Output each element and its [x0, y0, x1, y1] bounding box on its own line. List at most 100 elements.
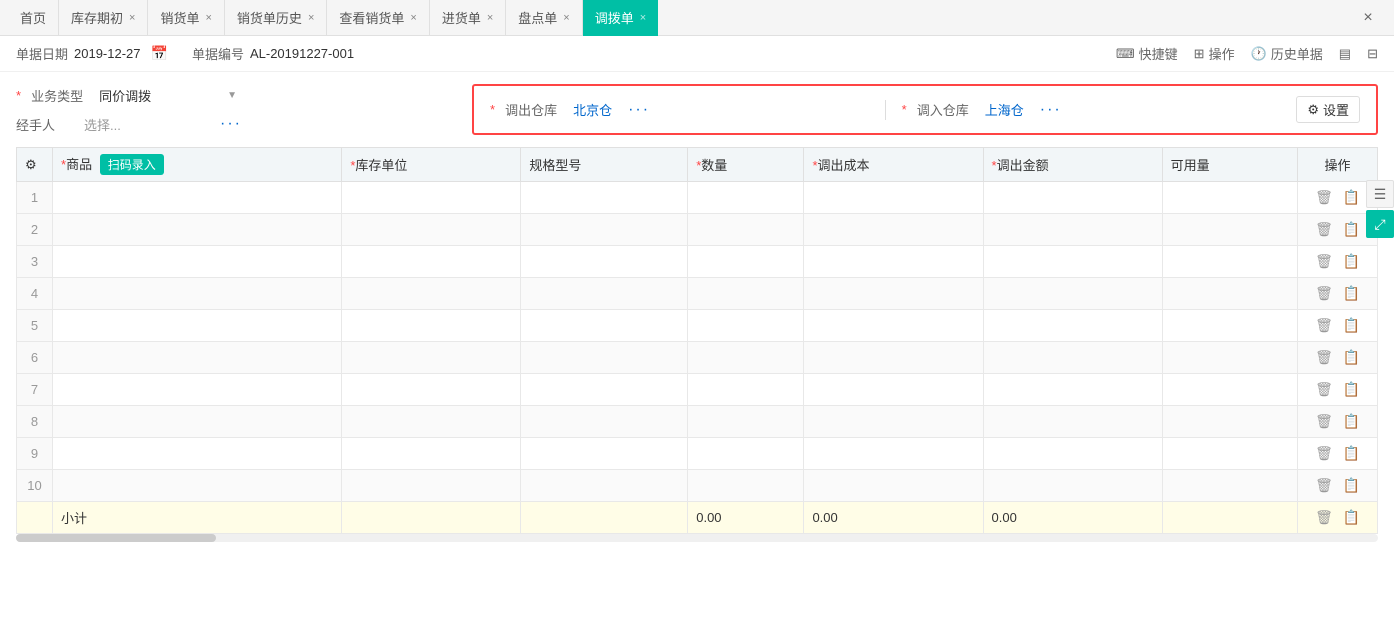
- sidebar-list-icon[interactable]: ☰: [1366, 180, 1394, 208]
- row-4-available[interactable]: [1162, 278, 1297, 310]
- row-6-delete-icon[interactable]: 🗑: [1315, 349, 1333, 365]
- row-5-amount[interactable]: [983, 310, 1162, 342]
- handler-placeholder[interactable]: 选择...: [84, 115, 204, 134]
- row-5-cost[interactable]: [804, 310, 983, 342]
- tab-home[interactable]: 首页: [8, 0, 59, 36]
- layout2-button[interactable]: ⊟: [1367, 46, 1378, 62]
- business-type-dropdown[interactable]: ▼: [227, 90, 237, 101]
- row-8-unit[interactable]: [342, 406, 521, 438]
- row-4-amount[interactable]: [983, 278, 1162, 310]
- row-10-copy-icon[interactable]: 📋: [1342, 477, 1359, 493]
- row-10-product[interactable]: [53, 470, 342, 502]
- tab-sales-order[interactable]: 销货单 ×: [148, 0, 224, 36]
- tab-close-purchase[interactable]: ×: [487, 12, 493, 24]
- row-3-amount[interactable]: [983, 246, 1162, 278]
- row-9-cost[interactable]: [804, 438, 983, 470]
- row-7-unit[interactable]: [342, 374, 521, 406]
- window-close-button[interactable]: ×: [1350, 0, 1386, 36]
- row-6-cost[interactable]: [804, 342, 983, 374]
- row-2-delete-icon[interactable]: 🗑: [1315, 221, 1333, 237]
- row-8-amount[interactable]: [983, 406, 1162, 438]
- row-1-amount[interactable]: [983, 182, 1162, 214]
- scan-button[interactable]: 扫码录入: [100, 154, 164, 175]
- row-8-qty[interactable]: [688, 406, 804, 438]
- row-8-cost[interactable]: [804, 406, 983, 438]
- row-8-delete-icon[interactable]: 🗑: [1315, 413, 1333, 429]
- out-warehouse-value[interactable]: 北京仓: [573, 100, 612, 119]
- row-2-product[interactable]: [53, 214, 342, 246]
- row-5-product[interactable]: [53, 310, 342, 342]
- row-6-copy-icon[interactable]: 📋: [1342, 349, 1359, 365]
- settings-button[interactable]: ⚙ 设置: [1296, 96, 1360, 123]
- sidebar-expand-icon[interactable]: ⤢: [1366, 210, 1394, 238]
- row-3-product[interactable]: [53, 246, 342, 278]
- row-10-qty[interactable]: [688, 470, 804, 502]
- row-8-available[interactable]: [1162, 406, 1297, 438]
- row-3-qty[interactable]: [688, 246, 804, 278]
- in-warehouse-more-btn[interactable]: ···: [1040, 101, 1062, 119]
- row-2-spec[interactable]: [521, 214, 688, 246]
- row-4-qty[interactable]: [688, 278, 804, 310]
- row-1-qty[interactable]: [688, 182, 804, 214]
- subtotal-copy-icon[interactable]: 📋: [1342, 509, 1359, 525]
- row-1-spec[interactable]: [521, 182, 688, 214]
- history-button[interactable]: 🕐 历史单据: [1251, 44, 1323, 63]
- row-9-product[interactable]: [53, 438, 342, 470]
- tab-inventory-init[interactable]: 库存期初 ×: [59, 0, 148, 36]
- row-7-amount[interactable]: [983, 374, 1162, 406]
- row-10-amount[interactable]: [983, 470, 1162, 502]
- row-10-unit[interactable]: [342, 470, 521, 502]
- row-4-unit[interactable]: [342, 278, 521, 310]
- tab-sales-history[interactable]: 销货单历史 ×: [225, 0, 327, 36]
- row-4-delete-icon[interactable]: 🗑: [1315, 285, 1333, 301]
- row-2-cost[interactable]: [804, 214, 983, 246]
- tab-close-view-sales[interactable]: ×: [410, 12, 416, 24]
- tab-close-stocktake[interactable]: ×: [563, 12, 569, 24]
- row-7-copy-icon[interactable]: 📋: [1342, 381, 1359, 397]
- row-5-delete-icon[interactable]: 🗑: [1315, 317, 1333, 333]
- row-9-unit[interactable]: [342, 438, 521, 470]
- row-6-qty[interactable]: [688, 342, 804, 374]
- row-2-copy-icon[interactable]: 📋: [1342, 221, 1359, 237]
- row-1-available[interactable]: [1162, 182, 1297, 214]
- row-8-spec[interactable]: [521, 406, 688, 438]
- tab-close-transfer[interactable]: ×: [640, 12, 646, 24]
- row-6-unit[interactable]: [342, 342, 521, 374]
- row-9-qty[interactable]: [688, 438, 804, 470]
- row-9-delete-icon[interactable]: 🗑: [1315, 445, 1333, 461]
- row-10-available[interactable]: [1162, 470, 1297, 502]
- row-8-copy-icon[interactable]: 📋: [1342, 413, 1359, 429]
- tab-purchase[interactable]: 进货单 ×: [430, 0, 506, 36]
- row-5-qty[interactable]: [688, 310, 804, 342]
- row-5-unit[interactable]: [342, 310, 521, 342]
- handler-more-btn[interactable]: ···: [220, 115, 242, 133]
- row-9-copy-icon[interactable]: 📋: [1342, 445, 1359, 461]
- row-7-qty[interactable]: [688, 374, 804, 406]
- row-3-available[interactable]: [1162, 246, 1297, 278]
- date-value[interactable]: 2019-12-27: [74, 46, 141, 61]
- row-6-available[interactable]: [1162, 342, 1297, 374]
- row-2-available[interactable]: [1162, 214, 1297, 246]
- row-7-product[interactable]: [53, 374, 342, 406]
- row-2-qty[interactable]: [688, 214, 804, 246]
- horizontal-scrollbar[interactable]: [16, 534, 1378, 542]
- calendar-icon[interactable]: 📅: [151, 45, 168, 62]
- row-3-delete-icon[interactable]: 🗑: [1315, 253, 1333, 269]
- tab-transfer[interactable]: 调拨单 ×: [583, 0, 658, 36]
- row-7-delete-icon[interactable]: 🗑: [1315, 381, 1333, 397]
- subtotal-delete-icon[interactable]: 🗑: [1315, 509, 1333, 525]
- shortcuts-button[interactable]: ⌨ 快捷键: [1116, 44, 1178, 63]
- actions-button[interactable]: ⊞ 操作: [1194, 44, 1235, 63]
- row-9-spec[interactable]: [521, 438, 688, 470]
- row-1-unit[interactable]: [342, 182, 521, 214]
- row-7-cost[interactable]: [804, 374, 983, 406]
- row-9-amount[interactable]: [983, 438, 1162, 470]
- row-7-spec[interactable]: [521, 374, 688, 406]
- row-3-spec[interactable]: [521, 246, 688, 278]
- row-4-product[interactable]: [53, 278, 342, 310]
- out-warehouse-more-btn[interactable]: ···: [628, 101, 650, 119]
- row-3-unit[interactable]: [342, 246, 521, 278]
- row-1-copy-icon[interactable]: 📋: [1342, 189, 1359, 205]
- row-4-spec[interactable]: [521, 278, 688, 310]
- row-6-product[interactable]: [53, 342, 342, 374]
